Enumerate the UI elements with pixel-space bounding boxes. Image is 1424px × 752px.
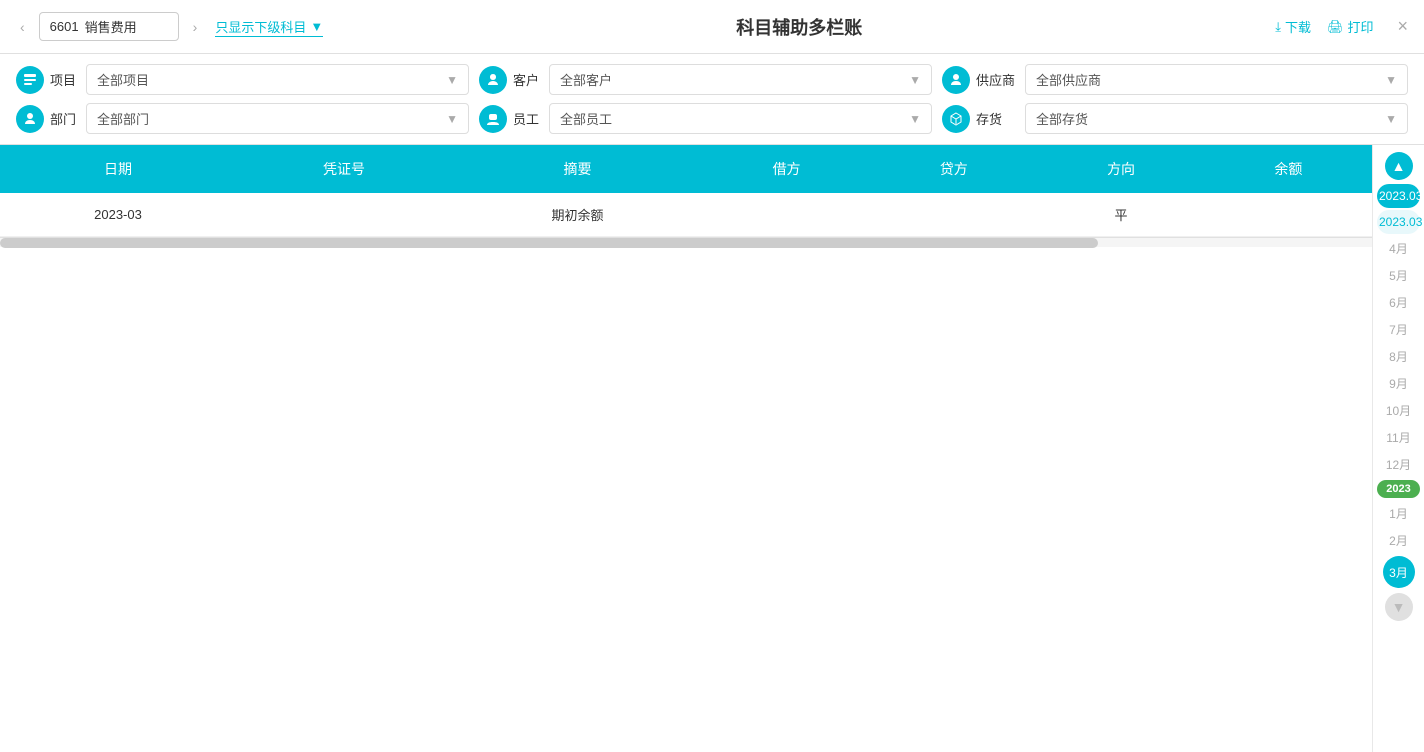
timeline-item-sep[interactable]: 9月 <box>1373 370 1424 397</box>
filter-inventory-label: 存货 <box>942 105 1015 133</box>
customer-select[interactable]: 全部客户 ▼ <box>549 64 932 95</box>
page-title: 科目辅助多栏账 <box>333 14 1265 40</box>
col-date: 日期 <box>0 145 236 193</box>
customer-label-text: 客户 <box>513 70 539 89</box>
header-actions: ⤓ 下载 🖨 打印 × <box>1275 16 1408 37</box>
inventory-label-text: 存货 <box>976 109 1002 128</box>
timeline-item-aug[interactable]: 8月 <box>1373 343 1424 370</box>
account-code-box: 6601 销售费用 <box>39 12 179 41</box>
project-icon <box>16 66 44 94</box>
timeline-item-feb[interactable]: 2月 <box>1373 527 1424 554</box>
timeline-item-jun[interactable]: 6月 <box>1373 289 1424 316</box>
employee-icon <box>479 105 507 133</box>
show-sub-label: 只显示下级科目 <box>215 17 306 36</box>
employee-arrow-icon: ▼ <box>909 112 921 126</box>
department-select-value: 全部部门 <box>97 109 149 128</box>
supplier-arrow-icon: ▼ <box>1385 73 1397 87</box>
col-voucher: 凭证号 <box>236 145 452 193</box>
table-row: 2023-03期初余额平 <box>0 193 1372 237</box>
close-button[interactable]: × <box>1397 16 1408 37</box>
timeline-item-2023-03-first[interactable]: 2023.03 <box>1377 184 1420 208</box>
supplier-icon <box>942 66 970 94</box>
download-label: 下载 <box>1285 17 1311 36</box>
timeline-item-oct[interactable]: 10月 <box>1373 397 1424 424</box>
customer-select-value: 全部客户 <box>560 70 612 89</box>
project-arrow-icon: ▼ <box>446 73 458 87</box>
horizontal-scrollbar[interactable] <box>0 237 1372 247</box>
timeline-down-btn[interactable]: ▼ <box>1385 593 1413 621</box>
print-button[interactable]: 🖨 打印 <box>1327 17 1374 36</box>
show-sub-arrow: ▼ <box>310 19 323 34</box>
department-label-text: 部门 <box>50 109 76 128</box>
filter-project-label: 项目 <box>16 66 76 94</box>
main-container: ‹ 6601 销售费用 › 只显示下级科目 ▼ 科目辅助多栏账 ⤓ 下载 🖨 打… <box>0 0 1424 752</box>
print-label: 打印 <box>1347 17 1373 36</box>
department-select[interactable]: 全部部门 ▼ <box>86 103 469 134</box>
project-select[interactable]: 全部项目 ▼ <box>86 64 469 95</box>
timeline-item-jan[interactable]: 1月 <box>1373 500 1424 527</box>
table-content: 日期 凭证号 摘要 借方 贷方 方向 余额 2023-03期初余额平 <box>0 145 1372 752</box>
filter-supplier-label: 供应商 <box>942 66 1015 94</box>
department-icon <box>16 105 44 133</box>
show-sub-button[interactable]: 只显示下级科目 ▼ <box>215 17 323 37</box>
timeline-item-dec[interactable]: 12月 <box>1373 451 1424 478</box>
customer-arrow-icon: ▼ <box>909 73 921 87</box>
filter-customer-label: 客户 <box>479 66 539 94</box>
timeline-item-may[interactable]: 5月 <box>1373 262 1424 289</box>
scrollbar-thumb[interactable] <box>0 238 1098 248</box>
timeline-item-apr[interactable]: 4月 <box>1373 235 1424 262</box>
timeline-up-btn[interactable]: ▲ <box>1385 152 1413 180</box>
account-name: 销售费用 <box>85 17 137 36</box>
supplier-label-text: 供应商 <box>976 70 1015 89</box>
account-code: 6601 <box>50 19 79 34</box>
inventory-select[interactable]: 全部存货 ▼ <box>1025 103 1408 134</box>
supplier-select-value: 全部供应商 <box>1036 70 1101 89</box>
employee-label-text: 员工 <box>513 109 539 128</box>
customer-icon <box>479 66 507 94</box>
department-arrow-icon: ▼ <box>446 112 458 126</box>
filter-department-label: 部门 <box>16 105 76 133</box>
download-button[interactable]: ⤓ 下载 <box>1275 17 1311 36</box>
top-bar: ‹ 6601 销售费用 › 只显示下级科目 ▼ 科目辅助多栏账 ⤓ 下载 🖨 打… <box>0 0 1424 54</box>
timeline-item-2023-03-second[interactable]: 2023.03 <box>1377 210 1420 234</box>
inventory-arrow-icon: ▼ <box>1385 112 1397 126</box>
timeline-item-mar-active[interactable]: 3月 <box>1383 556 1415 588</box>
ledger-table: 日期 凭证号 摘要 借方 贷方 方向 余额 2023-03期初余额平 <box>0 145 1372 237</box>
employee-select[interactable]: 全部员工 ▼ <box>549 103 932 134</box>
col-credit: 贷方 <box>870 145 1037 193</box>
timeline-item-nov[interactable]: 11月 <box>1373 424 1424 451</box>
employee-select-value: 全部员工 <box>560 109 612 128</box>
col-balance: 余额 <box>1205 145 1372 193</box>
col-summary: 摘要 <box>452 145 703 193</box>
table-header-row: 日期 凭证号 摘要 借方 贷方 方向 余额 <box>0 145 1372 193</box>
download-icon: ⤓ <box>1275 19 1281 35</box>
filter-bar: 项目 全部项目 ▼ 客户 全部客户 ▼ 供应商 全部供应商 ▼ <box>0 54 1424 145</box>
project-select-value: 全部项目 <box>97 70 149 89</box>
next-account-btn[interactable]: › <box>189 17 202 37</box>
prev-account-btn[interactable]: ‹ <box>16 17 29 37</box>
col-direction: 方向 <box>1037 145 1204 193</box>
timeline-year-2023[interactable]: 2023 <box>1377 480 1420 498</box>
inventory-icon <box>942 105 970 133</box>
filter-employee-label: 员工 <box>479 105 539 133</box>
timeline-sidebar: ▲ 2023.03 2023.03 4月 5月 6月 7月 8月 9月 10月 … <box>1372 145 1424 752</box>
timeline-item-jul[interactable]: 7月 <box>1373 316 1424 343</box>
col-debit: 借方 <box>703 145 870 193</box>
print-icon: 🖨 <box>1327 19 1344 35</box>
inventory-select-value: 全部存货 <box>1036 109 1088 128</box>
table-wrapper: 日期 凭证号 摘要 借方 贷方 方向 余额 2023-03期初余额平 <box>0 145 1424 752</box>
project-label-text: 项目 <box>50 70 76 89</box>
supplier-select[interactable]: 全部供应商 ▼ <box>1025 64 1408 95</box>
